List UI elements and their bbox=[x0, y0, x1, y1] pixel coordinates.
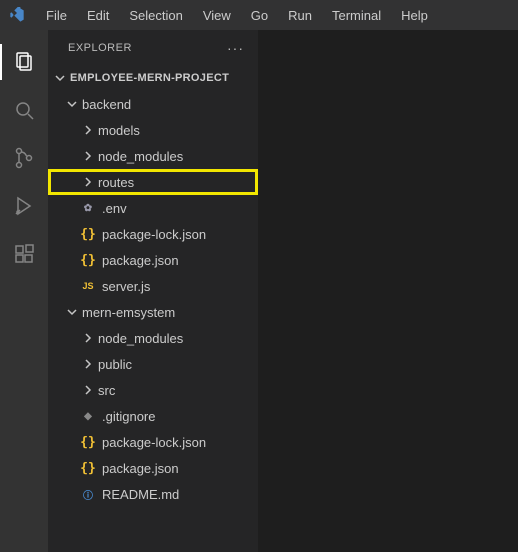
sidebar-title: EXPLORER bbox=[68, 42, 132, 54]
folder-models[interactable]: models bbox=[48, 117, 258, 143]
menu-edit[interactable]: Edit bbox=[79, 4, 117, 27]
folder-mern-emsystem[interactable]: mern-emsystem bbox=[48, 299, 258, 325]
folder-node-modules-2[interactable]: node_modules bbox=[48, 325, 258, 351]
file-gitignore[interactable]: ◆ .gitignore bbox=[48, 403, 258, 429]
git-icon: ◆ bbox=[80, 408, 96, 424]
extensions-icon[interactable] bbox=[0, 230, 48, 278]
file-label: server.js bbox=[102, 279, 150, 294]
file-package-lock-2[interactable]: {} package-lock.json bbox=[48, 429, 258, 455]
activity-bar bbox=[0, 30, 48, 552]
chevron-down-icon bbox=[64, 304, 80, 320]
project-root[interactable]: EMPLOYEE-MERN-PROJECT bbox=[48, 65, 258, 91]
chevron-right-icon bbox=[80, 356, 96, 372]
folder-backend[interactable]: backend bbox=[48, 91, 258, 117]
chevron-down-icon bbox=[64, 96, 80, 112]
folder-node-modules[interactable]: node_modules bbox=[48, 143, 258, 169]
explorer-icon[interactable] bbox=[0, 38, 48, 86]
vscode-logo-icon bbox=[8, 6, 26, 24]
gear-icon: ✿ bbox=[80, 200, 96, 216]
folder-label: mern-emsystem bbox=[82, 305, 175, 320]
folder-label: src bbox=[98, 383, 115, 398]
file-tree: EMPLOYEE-MERN-PROJECT backend models nod… bbox=[48, 65, 258, 552]
search-icon[interactable] bbox=[0, 86, 48, 134]
menu-help[interactable]: Help bbox=[393, 4, 436, 27]
folder-routes[interactable]: routes bbox=[48, 169, 258, 195]
chevron-down-icon bbox=[52, 70, 68, 86]
editor-area bbox=[258, 30, 518, 552]
chevron-right-icon bbox=[80, 148, 96, 164]
folder-label: node_modules bbox=[98, 149, 183, 164]
file-label: package.json bbox=[102, 461, 179, 476]
chevron-right-icon bbox=[80, 174, 96, 190]
file-label: README.md bbox=[102, 487, 179, 502]
run-debug-icon[interactable] bbox=[0, 182, 48, 230]
file-env[interactable]: ✿ .env bbox=[48, 195, 258, 221]
folder-label: routes bbox=[98, 175, 134, 190]
main-area: EXPLORER ··· EMPLOYEE-MERN-PROJECT backe… bbox=[0, 30, 518, 552]
json-icon: {} bbox=[80, 460, 96, 476]
folder-label: models bbox=[98, 123, 140, 138]
menu-run[interactable]: Run bbox=[280, 4, 320, 27]
chevron-right-icon bbox=[80, 330, 96, 346]
explorer-sidebar: EXPLORER ··· EMPLOYEE-MERN-PROJECT backe… bbox=[48, 30, 258, 552]
title-bar: File Edit Selection View Go Run Terminal… bbox=[0, 0, 518, 30]
root-label: EMPLOYEE-MERN-PROJECT bbox=[70, 72, 229, 84]
folder-label: node_modules bbox=[98, 331, 183, 346]
menu-file[interactable]: File bbox=[38, 4, 75, 27]
source-control-icon[interactable] bbox=[0, 134, 48, 182]
file-label: .gitignore bbox=[102, 409, 155, 424]
file-label: package-lock.json bbox=[102, 227, 206, 242]
file-package-lock[interactable]: {} package-lock.json bbox=[48, 221, 258, 247]
folder-label: backend bbox=[82, 97, 131, 112]
file-server-js[interactable]: JS server.js bbox=[48, 273, 258, 299]
file-label: package.json bbox=[102, 253, 179, 268]
menu-view[interactable]: View bbox=[195, 4, 239, 27]
menu-selection[interactable]: Selection bbox=[121, 4, 190, 27]
menu-terminal[interactable]: Terminal bbox=[324, 4, 389, 27]
folder-src[interactable]: src bbox=[48, 377, 258, 403]
sidebar-header: EXPLORER ··· bbox=[48, 30, 258, 65]
more-actions-icon[interactable]: ··· bbox=[227, 40, 244, 56]
file-label: .env bbox=[102, 201, 127, 216]
folder-label: public bbox=[98, 357, 132, 372]
file-label: package-lock.json bbox=[102, 435, 206, 450]
folder-public[interactable]: public bbox=[48, 351, 258, 377]
file-package-json[interactable]: {} package.json bbox=[48, 247, 258, 273]
file-package-json-2[interactable]: {} package.json bbox=[48, 455, 258, 481]
json-icon: {} bbox=[80, 434, 96, 450]
json-icon: {} bbox=[80, 226, 96, 242]
json-icon: {} bbox=[80, 252, 96, 268]
js-icon: JS bbox=[80, 278, 96, 294]
chevron-right-icon bbox=[80, 122, 96, 138]
chevron-right-icon bbox=[80, 382, 96, 398]
file-readme[interactable]: ⓘ README.md bbox=[48, 481, 258, 507]
menu-go[interactable]: Go bbox=[243, 4, 276, 27]
info-icon: ⓘ bbox=[80, 486, 96, 502]
